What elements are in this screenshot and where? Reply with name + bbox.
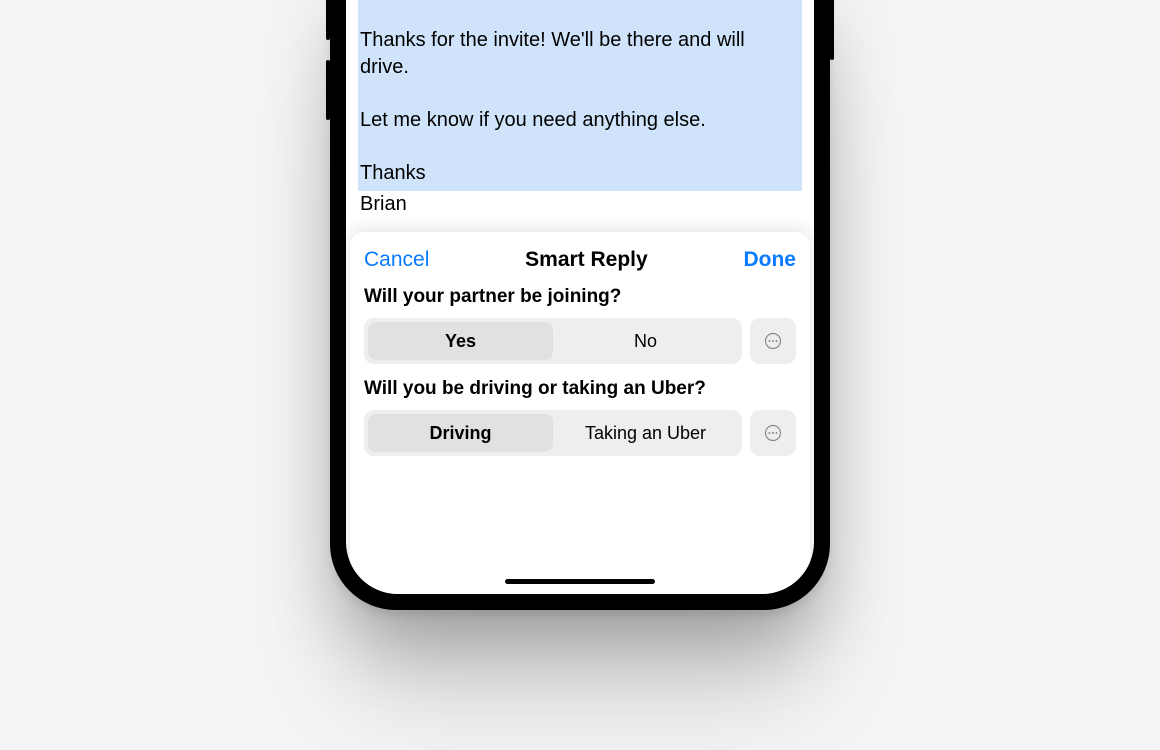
question-block-transport: Will you be driving or taking an Uber? D… — [364, 378, 796, 456]
home-indicator[interactable] — [505, 579, 655, 584]
more-options-button[interactable] — [750, 318, 796, 364]
more-icon — [764, 424, 782, 442]
phone-frame: Hi Jasmine Thanks for the invite! We'll … — [330, 0, 830, 610]
question-prompt: Will you be driving or taking an Uber? — [364, 378, 796, 400]
question-block-partner: Will your partner be joining? Yes No — [364, 286, 796, 364]
option-driving[interactable]: Driving — [368, 414, 553, 452]
email-highlight-block: Hi Jasmine Thanks for the invite! We'll … — [358, 0, 802, 191]
smart-reply-sheet: Cancel Smart Reply Done Will your partne… — [350, 232, 810, 594]
sheet-header: Cancel Smart Reply Done — [364, 248, 796, 272]
email-paragraph: Thanks for the invite! We'll be there an… — [360, 27, 796, 81]
email-signature: Brian — [358, 191, 802, 218]
sheet-title: Smart Reply — [525, 248, 648, 272]
segmented-control-transport: Driving Taking an Uber — [364, 410, 742, 456]
question-prompt: Will your partner be joining? — [364, 286, 796, 308]
more-options-button[interactable] — [750, 410, 796, 456]
email-paragraph: Let me know if you need anything else. — [360, 107, 796, 134]
volume-down-button — [326, 60, 330, 120]
email-closing: Thanks — [360, 160, 796, 187]
volume-up-button — [326, 0, 330, 40]
more-icon — [764, 332, 782, 350]
option-uber[interactable]: Taking an Uber — [553, 414, 738, 452]
cancel-button[interactable]: Cancel — [364, 248, 429, 272]
screen: Hi Jasmine Thanks for the invite! We'll … — [346, 0, 814, 594]
segmented-control-partner: Yes No — [364, 318, 742, 364]
email-body: Hi Jasmine Thanks for the invite! We'll … — [346, 0, 814, 228]
done-button[interactable]: Done — [743, 248, 796, 272]
option-yes[interactable]: Yes — [368, 322, 553, 360]
power-button — [830, 0, 834, 60]
option-no[interactable]: No — [553, 322, 738, 360]
